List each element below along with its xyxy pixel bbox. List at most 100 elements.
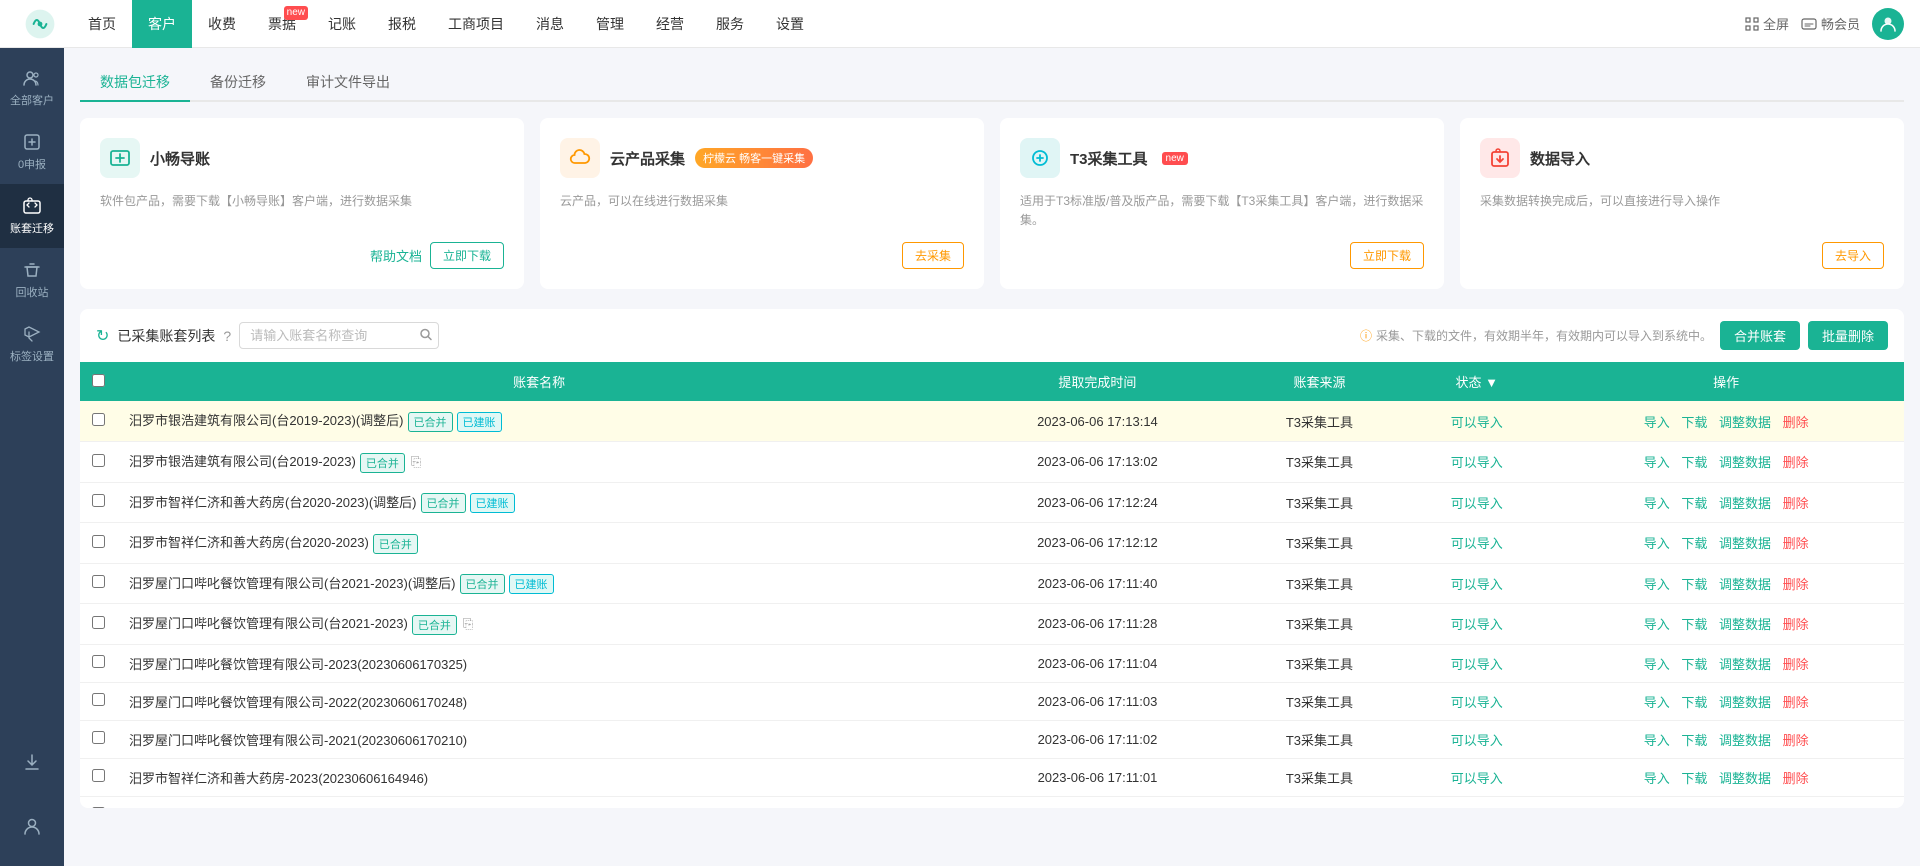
row-checkbox[interactable]	[92, 575, 105, 588]
sidebar-item-recycle[interactable]: 回收站	[0, 248, 64, 312]
action-删除[interactable]: 删除	[1783, 496, 1809, 511]
action-separator	[1674, 455, 1678, 470]
action-separator	[1775, 536, 1779, 551]
action-调整数据[interactable]: 调整数据	[1719, 496, 1771, 511]
copy-icon[interactable]: ⎘	[411, 454, 421, 469]
row-tag: 已合并	[408, 412, 453, 432]
fullscreen-btn[interactable]: 全屏	[1745, 14, 1789, 33]
nav-item-bookkeeping[interactable]: 记账	[312, 0, 372, 48]
row-checkbox[interactable]	[92, 807, 105, 808]
col-status[interactable]: 状态 ▼	[1405, 362, 1548, 401]
row-actions: 导入 下载 调整数据 删除	[1548, 644, 1904, 682]
action-调整数据[interactable]: 调整数据	[1719, 617, 1771, 632]
help-icon[interactable]: ?	[223, 328, 231, 344]
row-checkbox[interactable]	[92, 413, 105, 426]
nav-item-tax[interactable]: 报税	[372, 0, 432, 48]
action-下载[interactable]: 下载	[1681, 617, 1707, 632]
nav-item-manage[interactable]: 管理	[580, 0, 640, 48]
action-调整数据[interactable]: 调整数据	[1719, 771, 1771, 786]
action-下载[interactable]: 下载	[1681, 536, 1707, 551]
row-checkbox[interactable]	[92, 731, 105, 744]
search-button[interactable]	[419, 327, 433, 344]
action-下载[interactable]: 下载	[1681, 733, 1707, 748]
nav-item-settings[interactable]: 设置	[760, 0, 820, 48]
copy-icon[interactable]: ⎘	[463, 616, 473, 631]
action-调整数据[interactable]: 调整数据	[1719, 733, 1771, 748]
action-导入[interactable]: 导入	[1644, 695, 1670, 710]
member-btn[interactable]: 畅会员	[1801, 14, 1860, 33]
nav-item-operation[interactable]: 经营	[640, 0, 700, 48]
action-separator	[1775, 695, 1779, 710]
nav-item-service[interactable]: 服务	[700, 0, 760, 48]
user-avatar[interactable]	[1872, 8, 1904, 40]
action-调整数据[interactable]: 调整数据	[1719, 695, 1771, 710]
sidebar-item-zero-report[interactable]: 0申报	[0, 120, 64, 184]
action-删除[interactable]: 删除	[1783, 733, 1809, 748]
action-删除[interactable]: 删除	[1783, 617, 1809, 632]
action-导入[interactable]: 导入	[1644, 577, 1670, 592]
nav-item-message[interactable]: 消息	[520, 0, 580, 48]
tab-data-migration[interactable]: 数据包迁移	[80, 64, 190, 102]
nav-item-client[interactable]: 客户	[132, 0, 192, 48]
action-导入[interactable]: 导入	[1644, 733, 1670, 748]
row-checkbox[interactable]	[92, 616, 105, 629]
sidebar-item-download[interactable]	[0, 730, 64, 794]
action-调整数据[interactable]: 调整数据	[1719, 577, 1771, 592]
sidebar-item-tag-settings[interactable]: 标签设置	[0, 312, 64, 376]
sidebar-item-user[interactable]	[0, 794, 64, 858]
action-下载[interactable]: 下载	[1681, 577, 1707, 592]
row-checkbox[interactable]	[92, 535, 105, 548]
row-checkbox[interactable]	[92, 454, 105, 467]
tab-audit-export[interactable]: 审计文件导出	[286, 64, 410, 102]
select-all-checkbox[interactable]	[92, 374, 105, 387]
action-下载[interactable]: 下载	[1681, 695, 1707, 710]
action-下载[interactable]: 下载	[1681, 455, 1707, 470]
action-删除[interactable]: 删除	[1783, 415, 1809, 430]
row-checkbox[interactable]	[92, 693, 105, 706]
action-导入[interactable]: 导入	[1644, 771, 1670, 786]
action-删除[interactable]: 删除	[1783, 536, 1809, 551]
row-checkbox[interactable]	[92, 769, 105, 782]
nav-item-business[interactable]: 工商项目	[432, 0, 520, 48]
nav-item-home[interactable]: 首页	[72, 0, 132, 48]
action-调整数据[interactable]: 调整数据	[1719, 455, 1771, 470]
cloud-collect-btn[interactable]: 去采集	[902, 242, 964, 269]
action-调整数据[interactable]: 调整数据	[1719, 536, 1771, 551]
action-导入[interactable]: 导入	[1644, 496, 1670, 511]
action-调整数据[interactable]: 调整数据	[1719, 657, 1771, 672]
action-下载[interactable]: 下载	[1681, 415, 1707, 430]
data-import-btn[interactable]: 去导入	[1822, 242, 1884, 269]
app-logo[interactable]	[16, 0, 64, 48]
sidebar-item-all-clients[interactable]: 全部客户	[0, 56, 64, 120]
action-删除[interactable]: 删除	[1783, 657, 1809, 672]
action-下载[interactable]: 下载	[1681, 657, 1707, 672]
batch-delete-btn[interactable]: 批量删除	[1808, 321, 1888, 350]
sidebar-item-account-migration[interactable]: 账套迁移	[0, 184, 64, 248]
action-下载[interactable]: 下载	[1681, 771, 1707, 786]
action-删除[interactable]: 删除	[1783, 771, 1809, 786]
row-checkbox[interactable]	[92, 655, 105, 668]
action-删除[interactable]: 删除	[1783, 695, 1809, 710]
action-删除[interactable]: 删除	[1783, 577, 1809, 592]
action-调整数据[interactable]: 调整数据	[1719, 415, 1771, 430]
nav-item-fee[interactable]: 收费	[192, 0, 252, 48]
nav-item-invoice[interactable]: 票据new	[252, 0, 312, 48]
card-t3-tool: T3采集工具 new 适用于T3标准版/普及版产品，需要下载【T3采集工具】客户…	[1000, 118, 1444, 289]
action-下载[interactable]: 下载	[1681, 496, 1707, 511]
t3-download-btn[interactable]: 立即下载	[1350, 242, 1424, 269]
action-导入[interactable]: 导入	[1644, 455, 1670, 470]
tab-backup-migration[interactable]: 备份迁移	[190, 64, 286, 102]
xiao-chang-help-link[interactable]: 帮助文档	[370, 246, 422, 265]
row-checkbox[interactable]	[92, 494, 105, 507]
search-input[interactable]	[239, 322, 439, 349]
refresh-icon[interactable]: ↻	[96, 326, 109, 346]
merge-btn[interactable]: 合并账套	[1720, 321, 1800, 350]
action-导入[interactable]: 导入	[1644, 536, 1670, 551]
nav-right: 全屏 畅会员	[1745, 8, 1904, 40]
action-删除[interactable]: 删除	[1783, 455, 1809, 470]
xiao-chang-download-btn[interactable]: 立即下载	[430, 242, 504, 269]
action-导入[interactable]: 导入	[1644, 415, 1670, 430]
action-导入[interactable]: 导入	[1644, 657, 1670, 672]
nav-items: 首页客户收费票据new记账报税工商项目消息管理经营服务设置	[72, 0, 1745, 48]
action-导入[interactable]: 导入	[1644, 617, 1670, 632]
